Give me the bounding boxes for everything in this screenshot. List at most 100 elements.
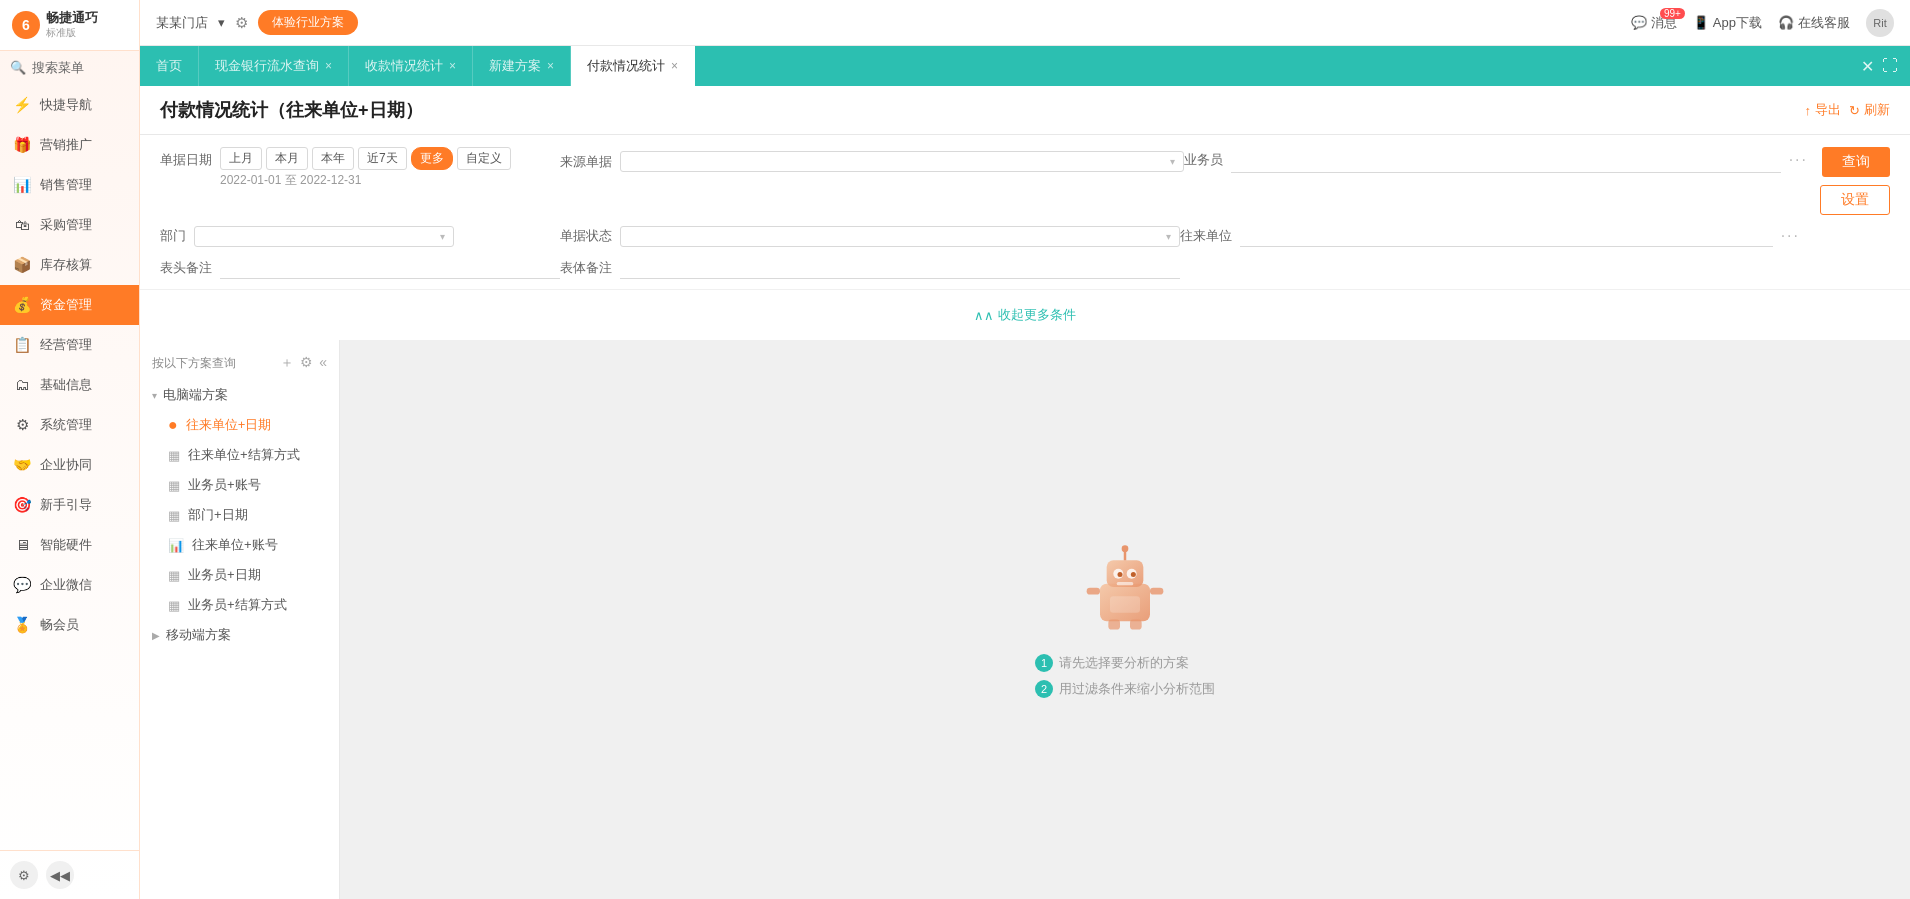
scheme-item-partner-settlement[interactable]: ▦ 往来单位+结算方式 (140, 440, 339, 470)
svg-rect-8 (1087, 587, 1100, 594)
scheme-item-label-staff-settlement: 业务员+结算方式 (188, 596, 287, 614)
collapse-sidebar-btn[interactable]: ◀◀ (46, 861, 74, 889)
query-btn[interactable]: 查询 (1822, 147, 1890, 177)
scheme-panel-header: 按以下方案查询 ＋ ⚙ « (140, 350, 339, 380)
tab-bank-flow[interactable]: 现金银行流水查询 × (199, 46, 349, 86)
content-right: 1 请先选择要分析的方案 2 用过滤条件来缩小分析范围 (340, 340, 1910, 899)
close-tab-btn[interactable]: ✕ (1861, 57, 1874, 76)
sidebar-item-system[interactable]: ⚙ 系统管理 (0, 405, 139, 445)
sidebar-item-label: 系统管理 (40, 416, 92, 434)
voucher-status-arrow: ▾ (1166, 231, 1171, 242)
collapse-scheme-icon[interactable]: « (319, 354, 327, 372)
sidebar-item-basic-info[interactable]: 🗂 基础信息 (0, 365, 139, 405)
main-body: 按以下方案查询 ＋ ⚙ « ▾ 电脑端方案 ● 往来单位+日期 (140, 340, 1910, 899)
page-actions: ↑ 导出 ↻ 刷新 (1805, 101, 1891, 119)
sidebar-item-marketing[interactable]: 🎁 营销推广 (0, 125, 139, 165)
sidebar-item-operations[interactable]: 📋 经营管理 (0, 325, 139, 365)
scheme-item-icon-partner-date: ● (168, 416, 178, 434)
scheme-settings-icon[interactable]: ⚙ (300, 354, 313, 372)
sidebar-item-hardware[interactable]: 🖥 智能硬件 (0, 525, 139, 565)
source-filter-select[interactable]: ▾ (620, 151, 1184, 172)
sidebar-item-label: 基础信息 (40, 376, 92, 394)
partner-filter-label: 往来单位 (1180, 227, 1232, 245)
date-btn-7days[interactable]: 近7天 (358, 147, 407, 170)
tab-payment-stats-close[interactable]: × (671, 59, 678, 73)
dept-filter-select[interactable]: ▾ (194, 226, 454, 247)
staff-dots[interactable]: ··· (1789, 151, 1808, 169)
tab-receipt-stats[interactable]: 收款情况统计 × (349, 46, 473, 86)
refresh-btn[interactable]: ↻ 刷新 (1849, 101, 1890, 119)
partner-filter-input[interactable] (1240, 225, 1773, 247)
header-gear-icon[interactable]: ⚙ (235, 14, 248, 32)
scheme-item-partner-account[interactable]: 📊 往来单位+账号 (140, 530, 339, 560)
sidebar-item-purchase[interactable]: 🛍 采购管理 (0, 205, 139, 245)
scheme-group-mobile: ▶ 移动端方案 (140, 620, 339, 650)
date-btn-last-month[interactable]: 上月 (220, 147, 262, 170)
online-service-btn[interactable]: 🎧 在线客服 (1778, 14, 1850, 32)
sidebar-item-quick-nav[interactable]: ⚡ 快捷导航 (0, 85, 139, 125)
search-icon: 🔍 (10, 60, 26, 75)
tab-payment-stats-label: 付款情况统计 (587, 57, 665, 75)
scheme-item-staff-date[interactable]: ▦ 业务员+日期 (140, 560, 339, 590)
tab-payment-stats[interactable]: 付款情况统计 × (571, 46, 695, 86)
scheme-item-label-staff-date: 业务员+日期 (188, 566, 261, 584)
trial-btn[interactable]: 体验行业方案 (258, 10, 358, 35)
sidebar-logo: 6 畅捷通巧 标准版 (0, 0, 139, 51)
sidebar-item-wechat[interactable]: 💬 企业微信 (0, 565, 139, 605)
date-btn-this-year[interactable]: 本年 (312, 147, 354, 170)
sidebar-item-cooperation[interactable]: 🤝 企业协同 (0, 445, 139, 485)
system-icon: ⚙ (12, 415, 32, 435)
tab-new-scheme[interactable]: 新建方案 × (473, 46, 571, 86)
user-avatar[interactable]: Rit (1866, 9, 1894, 37)
store-dropdown[interactable]: ▾ (218, 15, 225, 30)
note-body-input[interactable] (620, 257, 1180, 279)
svg-rect-13 (1130, 619, 1142, 629)
tabbar-end: ✕ ⛶ (1861, 57, 1910, 76)
svg-rect-11 (1110, 596, 1140, 613)
set-btn[interactable]: 设置 (1820, 185, 1890, 215)
sidebar-item-inventory[interactable]: 📦 库存核算 (0, 245, 139, 285)
export-btn[interactable]: ↑ 导出 (1805, 101, 1842, 119)
collapse-row: ∧∧ 收起更多条件 (140, 289, 1910, 340)
page-header: 付款情况统计（往来单位+日期） ↑ 导出 ↻ 刷新 (140, 86, 1910, 135)
voucher-status-select[interactable]: ▾ (620, 226, 1180, 247)
partner-dots[interactable]: ··· (1781, 227, 1800, 245)
hardware-icon: 🖥 (12, 535, 32, 555)
tab-receipt-stats-close[interactable]: × (449, 59, 456, 73)
search-menu[interactable]: 🔍 搜索菜单 (0, 51, 139, 85)
staff-filter-input[interactable] (1231, 151, 1781, 173)
sidebar-item-capital[interactable]: 💰 资金管理 (0, 285, 139, 325)
messages-btn[interactable]: 💬 消息 99+ (1631, 14, 1677, 32)
date-btn-more[interactable]: 更多 (411, 147, 453, 170)
tab-new-scheme-close[interactable]: × (547, 59, 554, 73)
date-btn-this-month[interactable]: 本月 (266, 147, 308, 170)
app-download-btn[interactable]: 📱 App下载 (1693, 14, 1762, 32)
add-scheme-icon[interactable]: ＋ (280, 354, 294, 372)
svg-point-7 (1122, 545, 1129, 552)
headset-icon: 🎧 (1778, 15, 1794, 30)
dept-select-arrow: ▾ (440, 231, 445, 242)
scheme-item-dept-date[interactable]: ▦ 部门+日期 (140, 500, 339, 530)
sidebar: 6 畅捷通巧 标准版 🔍 搜索菜单 ⚡ 快捷导航 🎁 营销推广 📊 销售管理 🛍… (0, 0, 140, 899)
scheme-item-icon-dept-date: ▦ (168, 508, 180, 523)
scheme-group-mobile-header[interactable]: ▶ 移动端方案 (140, 620, 339, 650)
scheme-item-staff-account[interactable]: ▦ 业务员+账号 (140, 470, 339, 500)
expand-btn[interactable]: ⛶ (1882, 57, 1898, 75)
settings-bottom-btn[interactable]: ⚙ (10, 861, 38, 889)
source-filter-label: 来源单据 (560, 153, 612, 171)
scheme-item-staff-settlement[interactable]: ▦ 业务员+结算方式 (140, 590, 339, 620)
scheme-item-label-partner-date: 往来单位+日期 (186, 416, 272, 434)
tab-home[interactable]: 首页 (140, 46, 199, 86)
date-btn-custom[interactable]: 自定义 (457, 147, 511, 170)
scheme-item-partner-date[interactable]: ● 往来单位+日期 (140, 410, 339, 440)
note-header-input[interactable] (220, 257, 560, 279)
collapse-btn[interactable]: ∧∧ 收起更多条件 (974, 306, 1076, 324)
sidebar-item-member[interactable]: 🏅 畅会员 (0, 605, 139, 645)
sidebar-item-guide[interactable]: 🎯 新手引导 (0, 485, 139, 525)
sidebar-bottom: ⚙ ◀◀ (0, 850, 139, 899)
sidebar-item-sales[interactable]: 📊 销售管理 (0, 165, 139, 205)
staff-filter-label: 业务员 (1184, 151, 1223, 169)
tab-bank-flow-close[interactable]: × (325, 59, 332, 73)
empty-tip-1: 1 请先选择要分析的方案 (1035, 654, 1215, 672)
scheme-group-desktop-header[interactable]: ▾ 电脑端方案 (140, 380, 339, 410)
